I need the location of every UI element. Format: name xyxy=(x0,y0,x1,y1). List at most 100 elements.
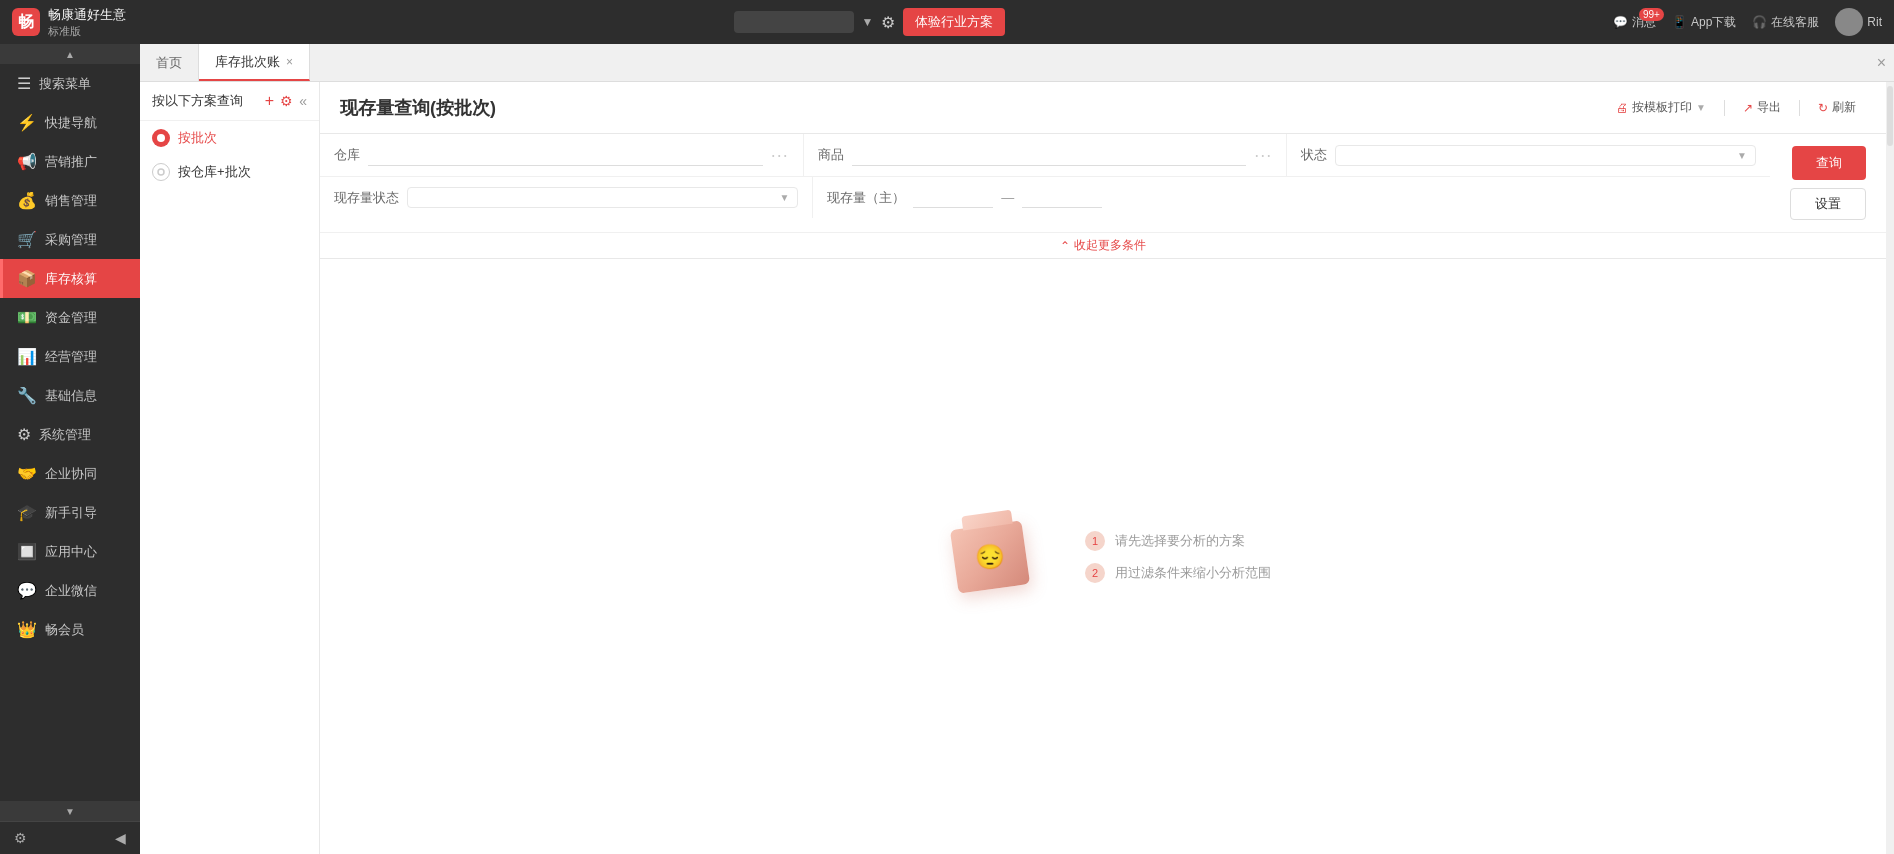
sidebar-item-label: 销售管理 xyxy=(45,192,97,210)
sidebar-item-label: 营销推广 xyxy=(45,153,97,171)
box-body: 😔 xyxy=(950,520,1030,593)
inventory-status-label: 现存量状态 xyxy=(334,189,399,207)
warehouse-input[interactable] xyxy=(368,144,763,166)
sidebar-item-wechat[interactable]: 💬 企业微信 xyxy=(0,571,140,610)
status-arrow: ▼ xyxy=(1737,150,1747,161)
collapse-row[interactable]: ⌃ 收起更多条件 xyxy=(320,232,1886,258)
page-header: 现存量查询(按批次) 🖨 按模板打印 ▼ ↗ 导出 xyxy=(320,82,1886,134)
solution-icon-inactive xyxy=(152,163,170,181)
refresh-btn[interactable]: ↻ 刷新 xyxy=(1808,94,1866,121)
solution-item-warehouse-batch[interactable]: 按仓库+批次 xyxy=(140,155,319,189)
filter-product: 商品 ··· xyxy=(804,134,1288,176)
sidebar-item-inventory[interactable]: 📦 库存核算 xyxy=(0,259,140,298)
sidebar-item-search[interactable]: ☰ 搜索菜单 xyxy=(0,64,140,103)
app-download-btn[interactable]: 📱 App下载 xyxy=(1672,14,1736,31)
product-dots[interactable]: ··· xyxy=(1254,145,1272,166)
warehouse-label: 仓库 xyxy=(334,146,360,164)
sidebar-item-quicknav[interactable]: ⚡ 快捷导航 xyxy=(0,103,140,142)
product-input[interactable] xyxy=(852,144,1247,166)
status-dropdown[interactable]: ▼ xyxy=(1335,145,1756,166)
message-icon: 💬 xyxy=(1613,15,1628,29)
sidebar-item-sales[interactable]: 💰 销售管理 xyxy=(0,181,140,220)
inventory-amount-min[interactable] xyxy=(913,188,993,208)
solution-settings-btn[interactable]: ⚙ xyxy=(280,93,293,109)
filter-container: 仓库 ··· 商品 ··· xyxy=(320,134,1886,259)
tab-home[interactable]: 首页 xyxy=(140,44,199,81)
sidebar-item-label: 经营管理 xyxy=(45,348,97,366)
scroll-down-icon: ▼ xyxy=(65,806,75,817)
app-title-group: 畅康通好生意 标准版 xyxy=(48,6,126,39)
sidebar-item-purchase[interactable]: 🛒 采购管理 xyxy=(0,220,140,259)
search-dropdown-btn[interactable]: ▼ xyxy=(862,15,874,29)
search-menu-icon: ☰ xyxy=(17,74,31,93)
sidebar-scroll-up[interactable]: ▲ xyxy=(0,44,140,64)
filter-inventory-status: 现存量状态 ▼ xyxy=(320,177,813,218)
solution-item-batch[interactable]: 按批次 xyxy=(140,121,319,155)
tab-inventory-batch[interactable]: 库存批次账 × xyxy=(199,44,310,81)
system-icon: ⚙ xyxy=(17,425,31,444)
industry-btn[interactable]: 体验行业方案 xyxy=(903,8,1005,36)
headset-icon: 🎧 xyxy=(1752,15,1767,29)
sidebar-collapse-btn[interactable]: ◀ xyxy=(115,830,126,846)
sidebar-scroll-area: ☰ 搜索菜单 ⚡ 快捷导航 📢 营销推广 💰 销售管理 🛒 采购管理 📦 库 xyxy=(0,64,140,801)
tip2-num-badge: 2 xyxy=(1085,563,1105,583)
user-area[interactable]: Rit xyxy=(1835,8,1882,36)
empty-box-wrapper: 😔 xyxy=(954,525,1026,589)
page-title: 现存量查询(按批次) xyxy=(340,96,496,120)
inventory-amount-label: 现存量（主） xyxy=(827,189,905,207)
sidebar-item-basic[interactable]: 🔧 基础信息 xyxy=(0,376,140,415)
print-btn[interactable]: 🖨 按模板打印 ▼ xyxy=(1606,94,1716,121)
top-bar: 畅 畅康通好生意 标准版 ▼ ⚙ 体验行业方案 💬 消息 99+ 📱 App下载… xyxy=(0,0,1894,44)
inventory-amount-max[interactable] xyxy=(1022,188,1102,208)
tab-bar-close-all-btn[interactable]: × xyxy=(1877,54,1886,72)
status-label: 状态 xyxy=(1301,146,1327,164)
wechat-icon: 💬 xyxy=(17,581,37,600)
app-title: 畅康通好生意 xyxy=(48,6,126,24)
sidebar-item-label: 资金管理 xyxy=(45,309,97,327)
messages-btn[interactable]: 💬 消息 99+ xyxy=(1613,14,1656,31)
sidebar-item-operations[interactable]: 📊 经营管理 xyxy=(0,337,140,376)
collapse-btn[interactable]: ⌃ 收起更多条件 xyxy=(1060,237,1146,254)
tab-close-icon[interactable]: × xyxy=(286,55,293,69)
inventory-status-dropdown[interactable]: ▼ xyxy=(407,187,798,208)
sidebar-item-enterprise[interactable]: 🤝 企业协同 xyxy=(0,454,140,493)
newuser-icon: 🎓 xyxy=(17,503,37,522)
top-search-input[interactable] xyxy=(734,11,854,33)
export-btn[interactable]: ↗ 导出 xyxy=(1733,94,1791,121)
solution-label: 按仓库+批次 xyxy=(178,163,251,181)
print-icon: 🖨 xyxy=(1616,101,1628,115)
right-scrollbar[interactable] xyxy=(1886,82,1894,854)
sidebar-item-appcenter[interactable]: 🔲 应用中心 xyxy=(0,532,140,571)
sidebar-item-label: 系统管理 xyxy=(39,426,91,444)
sidebar-item-members[interactable]: 👑 畅会员 xyxy=(0,610,140,649)
customer-service-btn[interactable]: 🎧 在线客服 xyxy=(1752,14,1819,31)
avatar xyxy=(1835,8,1863,36)
query-btn[interactable]: 查询 xyxy=(1792,146,1866,180)
sidebar: ▲ ☰ 搜索菜单 ⚡ 快捷导航 📢 营销推广 💰 销售管理 🛒 采购管理 xyxy=(0,44,140,854)
page-content: 按以下方案查询 + ⚙ « 按批次 xyxy=(140,82,1894,854)
sidebar-item-finance[interactable]: 💵 资金管理 xyxy=(0,298,140,337)
sidebar-item-label: 基础信息 xyxy=(45,387,97,405)
amount-dash: — xyxy=(1001,190,1014,205)
warehouse-dots[interactable]: ··· xyxy=(771,145,789,166)
finance-icon: 💵 xyxy=(17,308,37,327)
sidebar-item-system[interactable]: ⚙ 系统管理 xyxy=(0,415,140,454)
sidebar-settings-btn[interactable]: ⚙ xyxy=(14,830,27,846)
sidebar-item-label: 库存核算 xyxy=(45,270,97,288)
app-download-label: App下载 xyxy=(1691,14,1736,31)
scroll-up-icon: ▲ xyxy=(65,49,75,60)
left-panel-collapse-btn[interactable]: « xyxy=(299,93,307,109)
settings-gear-btn[interactable]: ⚙ xyxy=(881,13,895,32)
add-solution-btn[interactable]: + xyxy=(265,92,274,110)
sidebar-item-newuser[interactable]: 🎓 新手引导 xyxy=(0,493,140,532)
sidebar-item-label: 企业微信 xyxy=(45,582,97,600)
setting-btn[interactable]: 设置 xyxy=(1790,188,1866,220)
filter-buttons: 查询 设置 xyxy=(1770,134,1886,232)
inventory-icon: 📦 xyxy=(17,269,37,288)
sidebar-item-marketing[interactable]: 📢 营销推广 xyxy=(0,142,140,181)
top-bar-left: 畅 畅康通好生意 标准版 xyxy=(12,6,126,39)
scrollbar-thumb xyxy=(1887,86,1893,146)
sidebar-scroll-down[interactable]: ▼ xyxy=(0,801,140,821)
sidebar-bottom: ⚙ ◀ xyxy=(0,821,140,854)
print-dropdown-arrow[interactable]: ▼ xyxy=(1696,102,1706,113)
